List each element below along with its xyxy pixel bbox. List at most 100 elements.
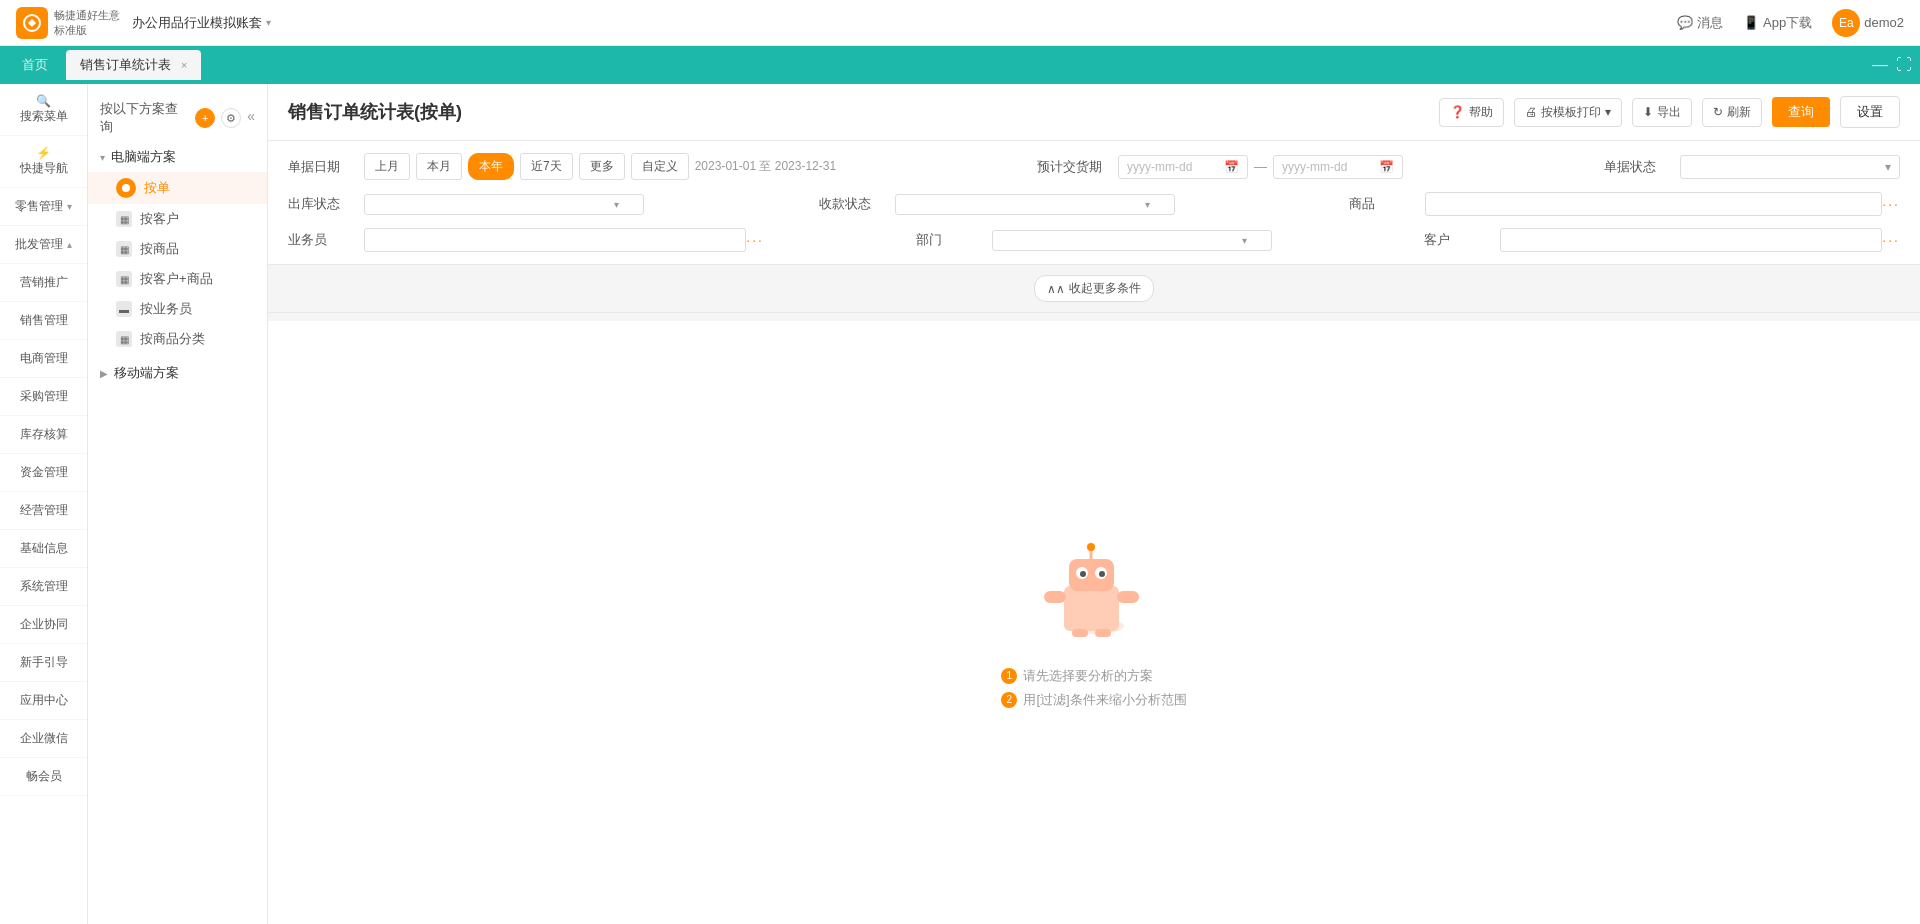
date-btn-last-month[interactable]: 上月: [364, 153, 410, 180]
sidebar-item-guide[interactable]: 新手引导: [0, 644, 87, 682]
avatar: Ea: [1832, 9, 1860, 37]
plan-item-by-customer[interactable]: ▦ 按客户: [88, 204, 267, 234]
logo-area: 畅捷通好生意 标准版: [16, 7, 120, 39]
settings-button[interactable]: 设置: [1840, 96, 1900, 128]
print-button[interactable]: 🖨 按模板打印 ▾: [1514, 98, 1622, 127]
date-btn-more[interactable]: 更多: [579, 153, 625, 180]
plan-group-pc: ▾ 电脑端方案 按单 ▦ 按客户 ▦ 按商品: [88, 142, 267, 354]
empty-illustration: [1034, 531, 1154, 651]
tab-bar: 首页 销售订单统计表 × — ⛶: [0, 46, 1920, 84]
expected-date-end[interactable]: yyyy-mm-dd 📅: [1273, 155, 1403, 179]
plan-group-pc-header[interactable]: ▾ 电脑端方案: [88, 142, 267, 172]
sidebar-item-enterprise[interactable]: 企业协同: [0, 606, 87, 644]
sidebar-item-finance[interactable]: 资金管理: [0, 454, 87, 492]
help-icon: ❓: [1450, 105, 1465, 119]
sidebar-item-ecommerce[interactable]: 电商管理: [0, 340, 87, 378]
empty-state: 1 请先选择要分析的方案 2 用[过滤]条件来缩小分析范围: [268, 321, 1920, 924]
customer-input[interactable]: [1500, 228, 1882, 252]
sidebar-item-marketing[interactable]: 营销推广: [0, 264, 87, 302]
salesperson-more-button[interactable]: ···: [746, 232, 764, 248]
minimize-button[interactable]: —: [1872, 56, 1888, 74]
plan-item-by-salesperson[interactable]: ▬ 按业务员: [88, 294, 267, 324]
plan-item-by-category[interactable]: ▦ 按商品分类: [88, 324, 267, 354]
sidebar-item-wholesale[interactable]: 批发管理 ▴: [0, 226, 87, 264]
goods-label: 商品: [1349, 195, 1409, 213]
payment-arrow-icon: ▾: [1145, 199, 1150, 210]
delivery-select[interactable]: ▾: [364, 194, 644, 215]
by-customer-goods-icon: ▦: [116, 271, 132, 287]
print-icon: 🖨: [1525, 105, 1537, 119]
dept-label: 部门: [916, 231, 976, 249]
refresh-button[interactable]: ↻ 刷新: [1702, 98, 1762, 127]
panel-actions: + ⚙ «: [195, 108, 255, 128]
svg-rect-2: [1064, 586, 1119, 631]
date-btn-7days[interactable]: 近7天: [520, 153, 573, 180]
expected-date-start[interactable]: yyyy-mm-dd 📅: [1118, 155, 1248, 179]
svg-rect-12: [1072, 629, 1088, 637]
sidebar-item-member[interactable]: 畅会员: [0, 758, 87, 796]
user-menu[interactable]: Ea demo2: [1832, 9, 1904, 37]
sidebar-item-inventory[interactable]: 库存核算: [0, 416, 87, 454]
retail-arrow-icon: ▾: [67, 201, 72, 212]
left-panel-header: 按以下方案查询 + ⚙ «: [88, 94, 267, 142]
content-area: 按以下方案查询 + ⚙ « ▾ 电脑端方案: [88, 84, 1920, 924]
payment-select[interactable]: ▾: [895, 194, 1175, 215]
sidebar-item-wechat[interactable]: 企业微信: [0, 720, 87, 758]
mobile-group-arrow: ▶: [100, 368, 108, 379]
main-layout: 🔍 搜索菜单 ⚡ 快捷导航 零售管理 ▾ 批发管理 ▴ 营销推广 销售管理 电商…: [0, 84, 1920, 924]
status-select[interactable]: ▾: [1680, 155, 1900, 179]
tab-sales-stats[interactable]: 销售订单统计表 ×: [66, 50, 201, 80]
message-button[interactable]: 💬 消息: [1677, 14, 1723, 32]
customer-label: 客户: [1424, 231, 1484, 249]
tab-home[interactable]: 首页: [8, 50, 62, 80]
export-button[interactable]: ⬇ 导出: [1632, 98, 1692, 127]
sidebar-item-app-center[interactable]: 应用中心: [0, 682, 87, 720]
plan-item-by-customer-goods[interactable]: ▦ 按客户+商品: [88, 264, 267, 294]
app-download-button[interactable]: 📱 App下载: [1743, 14, 1812, 32]
date-btn-this-year[interactable]: 本年: [468, 153, 514, 180]
help-button[interactable]: ❓ 帮助: [1439, 98, 1504, 127]
goods-input[interactable]: [1425, 192, 1882, 216]
goods-more-button[interactable]: ···: [1882, 196, 1900, 212]
pc-group-arrow: ▾: [100, 152, 105, 163]
page-title: 销售订单统计表(按单): [288, 100, 462, 124]
query-button[interactable]: 查询: [1772, 97, 1830, 127]
sidebar-item-operations[interactable]: 经营管理: [0, 492, 87, 530]
customer-more-button[interactable]: ···: [1882, 232, 1900, 248]
sidebar-item-sales[interactable]: 销售管理: [0, 302, 87, 340]
sidebar-item-retail[interactable]: 零售管理 ▾: [0, 188, 87, 226]
by-category-icon: ▦: [116, 331, 132, 347]
sidebar-item-search[interactable]: 🔍 搜索菜单: [0, 84, 87, 136]
tab-close-button[interactable]: ×: [181, 59, 187, 71]
breadcrumb-select[interactable]: 办公用品行业模拟账套 ▾: [132, 14, 271, 32]
dept-select[interactable]: ▾: [992, 230, 1272, 251]
empty-tip-2: 2 用[过滤]条件来缩小分析范围: [1001, 691, 1186, 709]
svg-rect-5: [1069, 559, 1114, 591]
filter-content: 单据日期 上月 本月 本年 近7天: [268, 141, 1920, 264]
collapse-icon: ∧∧: [1047, 282, 1065, 296]
add-plan-button[interactable]: +: [195, 108, 215, 128]
maximize-button[interactable]: ⛶: [1896, 56, 1912, 74]
plan-item-by-goods[interactable]: ▦ 按商品: [88, 234, 267, 264]
payment-label: 收款状态: [819, 195, 879, 213]
calendar-icon-1: 📅: [1224, 160, 1239, 174]
sidebar-item-basics[interactable]: 基础信息: [0, 530, 87, 568]
collapse-filters-button[interactable]: ∧∧ 收起更多条件: [1034, 275, 1154, 302]
collapse-panel-button[interactable]: «: [247, 108, 255, 128]
svg-point-11: [1087, 543, 1095, 551]
edit-plan-button[interactable]: ⚙: [221, 108, 241, 128]
date-label: 单据日期: [288, 158, 348, 176]
plan-group-mobile-header[interactable]: ▶ 移动端方案: [88, 358, 267, 388]
date-btn-custom[interactable]: 自定义: [631, 153, 689, 180]
salesperson-input[interactable]: [364, 228, 746, 252]
empty-tips-list: 1 请先选择要分析的方案 2 用[过滤]条件来缩小分析范围: [1001, 667, 1186, 715]
date-btn-this-month[interactable]: 本月: [416, 153, 462, 180]
plan-item-by-order[interactable]: 按单: [88, 172, 267, 204]
sidebar-item-quick-nav[interactable]: ⚡ 快捷导航: [0, 136, 87, 188]
sidebar-item-purchase[interactable]: 采购管理: [0, 378, 87, 416]
export-icon: ⬇: [1643, 105, 1653, 119]
page-header-actions: ❓ 帮助 🖨 按模板打印 ▾ ⬇ 导出 ↻: [1439, 96, 1900, 128]
sidebar: 🔍 搜索菜单 ⚡ 快捷导航 零售管理 ▾ 批发管理 ▴ 营销推广 销售管理 电商…: [0, 84, 88, 924]
svg-rect-3: [1044, 591, 1066, 603]
sidebar-item-system[interactable]: 系统管理: [0, 568, 87, 606]
